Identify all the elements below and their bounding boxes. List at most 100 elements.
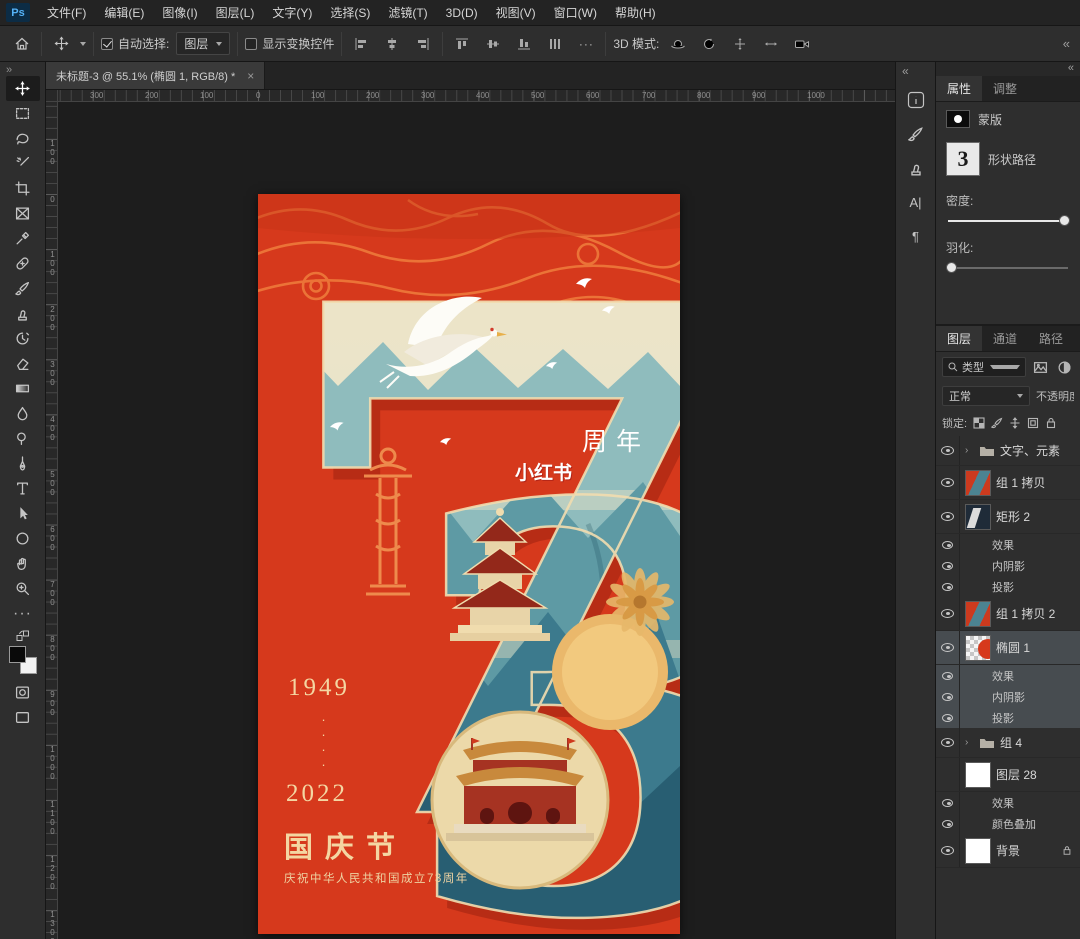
home-icon[interactable]	[10, 32, 34, 56]
tool-gradient[interactable]	[6, 376, 40, 401]
effect-item-row[interactable]: 颜色叠加	[936, 813, 1080, 834]
visibility-toggle[interactable]	[936, 576, 960, 597]
effect-name[interactable]: 内阴影	[992, 558, 1025, 574]
tab-paths[interactable]: 路径	[1028, 326, 1074, 351]
effect-name[interactable]: 内阴影	[992, 689, 1025, 705]
align-left-icon[interactable]	[349, 32, 373, 56]
tool-edit-toolbar[interactable]: ···	[6, 601, 40, 626]
pixel-filter-icon[interactable]	[1031, 357, 1050, 377]
layer-thumbnail[interactable]	[965, 469, 991, 496]
visibility-toggle[interactable]	[936, 466, 960, 499]
shape-path-row[interactable]: 3 形状路径	[936, 136, 1080, 182]
effect-item-row[interactable]: 内阴影	[936, 555, 1080, 576]
visibility-toggle[interactable]	[936, 834, 960, 867]
tool-blur[interactable]	[6, 401, 40, 426]
visibility-toggle[interactable]	[936, 707, 960, 728]
align-right-icon[interactable]	[411, 32, 435, 56]
foreground-color-swatch[interactable]	[8, 646, 26, 663]
layer-name[interactable]: 组 1 拷贝	[996, 474, 1045, 491]
tool-preset-caret-icon[interactable]	[80, 41, 86, 46]
effects-label[interactable]: 效果	[992, 795, 1014, 811]
layer-row-selected[interactable]: 椭圆 1	[936, 631, 1080, 665]
tool-rectangular-marquee[interactable]	[6, 101, 40, 126]
checkbox-icon[interactable]	[245, 37, 258, 50]
effects-row[interactable]: 效果	[936, 534, 1080, 555]
menu-filter[interactable]: 滤镜(T)	[379, 0, 436, 26]
ruler-origin-corner[interactable]	[46, 90, 58, 102]
layer-thumbnail[interactable]	[965, 503, 991, 530]
layer-name[interactable]: 文字、元素	[1000, 442, 1060, 459]
visibility-toggle[interactable]	[936, 665, 960, 686]
align-vertical-center-icon[interactable]	[481, 32, 505, 56]
collapse-dock-icon[interactable]: «	[896, 62, 915, 80]
feather-track[interactable]	[948, 267, 1068, 269]
lock-transparency-icon[interactable]	[973, 417, 985, 429]
effects-label[interactable]: 效果	[992, 537, 1014, 553]
3d-orbit-icon[interactable]	[666, 32, 690, 56]
layer-name[interactable]: 组 1 拷贝 2	[996, 605, 1055, 622]
layer-thumbnail[interactable]	[965, 634, 991, 661]
layer-thumbnail[interactable]	[965, 600, 991, 627]
visibility-toggle[interactable]	[936, 631, 960, 664]
horizontal-ruler[interactable]: 300 200 100 0 100 200 300 400 500 600 70…	[58, 90, 895, 102]
effect-item-row[interactable]: 内阴影	[936, 686, 1080, 707]
layer-row-group[interactable]: › 文字、元素	[936, 436, 1080, 466]
effects-label[interactable]: 效果	[992, 668, 1014, 684]
adjustment-filter-icon[interactable]	[1055, 357, 1074, 377]
tool-history-brush[interactable]	[6, 326, 40, 351]
visibility-toggle[interactable]	[936, 500, 960, 533]
tool-dodge[interactable]	[6, 426, 40, 451]
mask-thumbnail[interactable]	[946, 110, 970, 128]
layer-row-group[interactable]: › 组 4	[936, 728, 1080, 758]
tool-spot-healing[interactable]	[6, 251, 40, 276]
visibility-toggle[interactable]	[936, 792, 960, 813]
quick-mask-icon[interactable]	[6, 680, 40, 705]
toolbar-expand-icon[interactable]: »	[0, 62, 18, 76]
clone-source-panel-icon[interactable]	[901, 154, 931, 182]
tool-clone-stamp[interactable]	[6, 301, 40, 326]
effects-row[interactable]: 效果	[936, 792, 1080, 813]
disclosure-chevron-icon[interactable]: ›	[965, 445, 974, 456]
shape-path-thumbnail[interactable]: 3	[946, 142, 980, 176]
canvas-document[interactable]: 7 3 周年 小红书 1949 ···· 2022 国庆节 庆祝中华人民共和国成…	[258, 194, 680, 934]
align-top-icon[interactable]	[450, 32, 474, 56]
density-knob[interactable]	[1059, 215, 1070, 226]
lock-all-icon[interactable]	[1045, 417, 1057, 429]
tab-layers[interactable]: 图层	[936, 326, 983, 351]
distribute-icon[interactable]	[543, 32, 567, 56]
tool-path-selection[interactable]	[6, 501, 40, 526]
visibility-toggle[interactable]	[936, 686, 960, 707]
align-bottom-icon[interactable]	[512, 32, 536, 56]
layer-row-background[interactable]: 背景	[936, 834, 1080, 868]
visibility-toggle[interactable]	[936, 758, 960, 791]
tool-zoom[interactable]	[6, 576, 40, 601]
pasteboard[interactable]: 7 3 周年 小红书 1949 ···· 2022 国庆节 庆祝中华人民共和国成…	[58, 102, 895, 939]
tool-eyedropper[interactable]	[6, 226, 40, 251]
more-align-options-icon[interactable]: ···	[574, 32, 598, 56]
feather-knob[interactable]	[946, 262, 957, 273]
layer-row[interactable]: 组 1 拷贝	[936, 466, 1080, 500]
move-tool-options-icon[interactable]	[49, 32, 73, 56]
effect-name[interactable]: 投影	[992, 579, 1014, 595]
3d-slide-icon[interactable]	[759, 32, 783, 56]
density-slider[interactable]	[948, 213, 1070, 229]
tool-lasso[interactable]	[6, 126, 40, 151]
character-panel-icon[interactable]: A|	[901, 188, 931, 216]
collapse-options-icon[interactable]: «	[1063, 36, 1070, 51]
3d-roll-icon[interactable]	[697, 32, 721, 56]
menu-3d[interactable]: 3D(D)	[437, 0, 487, 26]
3d-camera-icon[interactable]	[790, 32, 814, 56]
mask-row[interactable]: 蒙版	[936, 102, 1080, 136]
tool-move[interactable]	[5, 76, 40, 101]
info-panel-icon[interactable]	[901, 86, 931, 114]
document-tab[interactable]: 未标题-3 @ 55.1% (椭圆 1, RGB/8) * ×	[46, 62, 266, 89]
menu-type[interactable]: 文字(Y)	[263, 0, 321, 26]
layer-name[interactable]: 组 4	[1000, 734, 1022, 751]
3d-pan-icon[interactable]	[728, 32, 752, 56]
visibility-toggle[interactable]	[936, 813, 960, 834]
tool-frame[interactable]	[6, 201, 40, 226]
screen-mode-icon[interactable]	[6, 705, 40, 730]
feather-slider[interactable]	[946, 260, 1068, 276]
effect-item-row[interactable]: 投影	[936, 707, 1080, 728]
layer-row[interactable]: 图层 28	[936, 758, 1080, 792]
